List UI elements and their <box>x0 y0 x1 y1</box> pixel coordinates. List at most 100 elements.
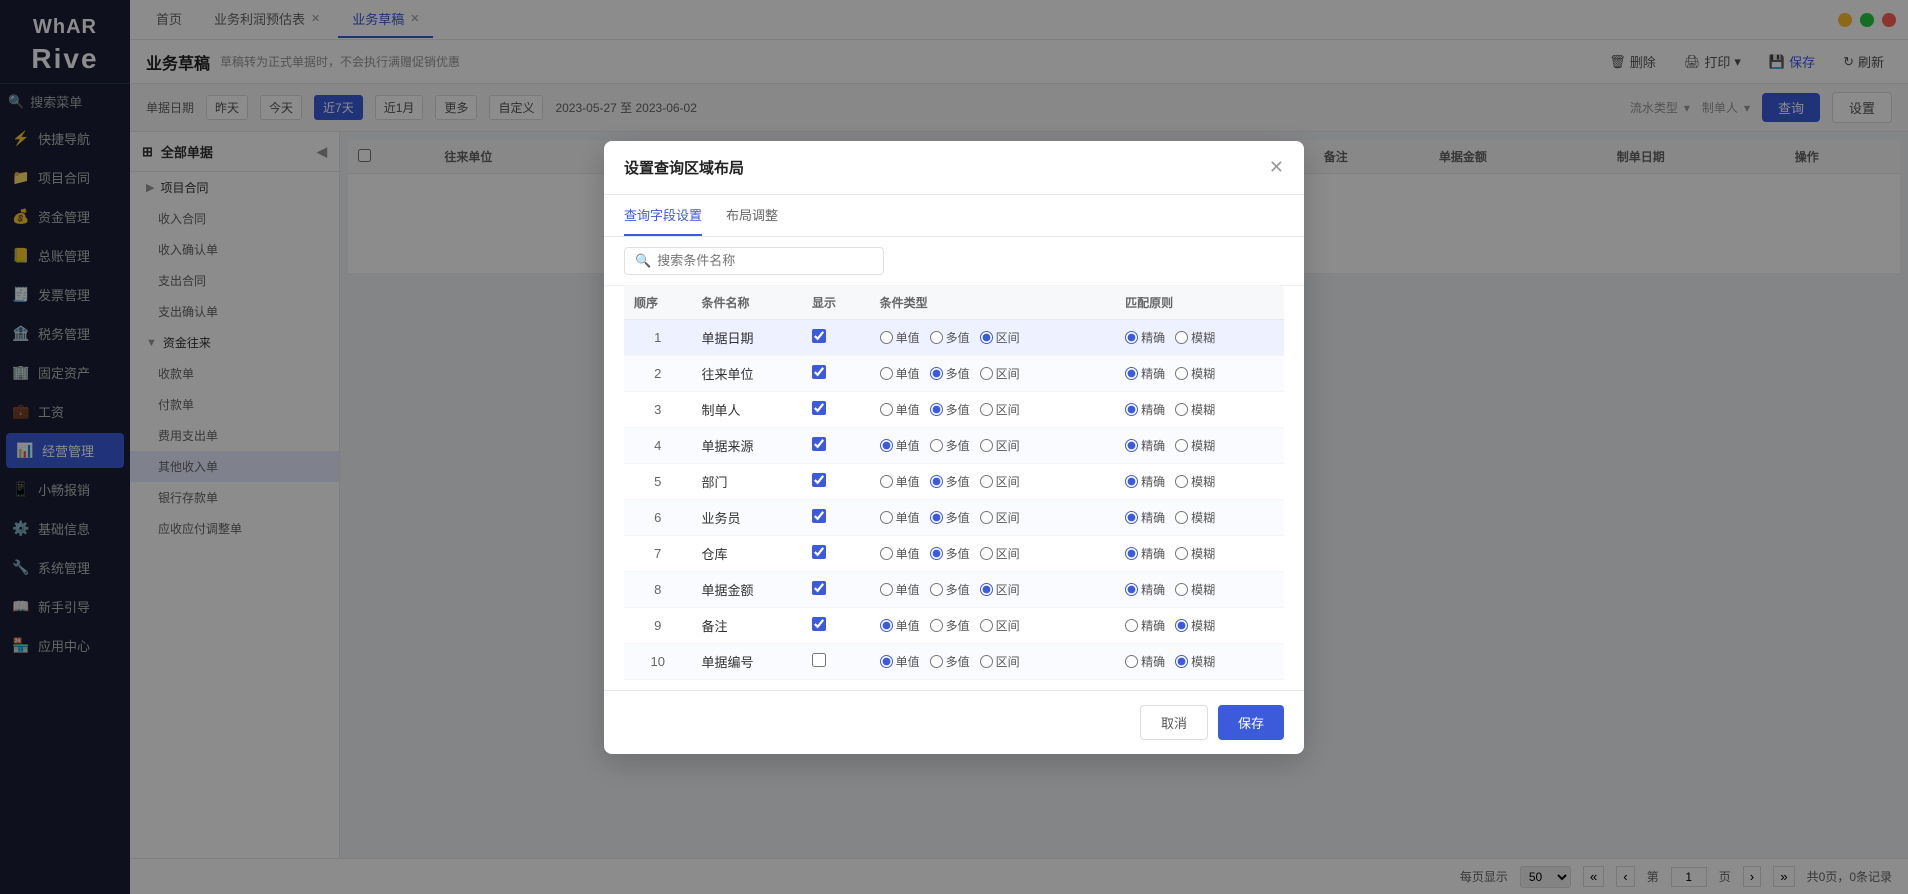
row-type-多值[interactable]: 多值 <box>930 473 970 490</box>
row-show-cell[interactable] <box>802 643 870 679</box>
row-type-多值[interactable]: 多值 <box>930 653 970 670</box>
row-type-多值[interactable]: 多值 <box>930 509 970 526</box>
row-type-区间[interactable]: 区间 <box>980 545 1020 562</box>
row-match-精确[interactable]: 精确 <box>1125 581 1165 598</box>
row-show-cell[interactable] <box>802 355 870 391</box>
row-show-checkbox[interactable] <box>812 401 826 415</box>
modal-tab-query-fields[interactable]: 查询字段设置 <box>624 195 702 236</box>
row-order: 2 <box>624 355 692 391</box>
row-show-checkbox[interactable] <box>812 581 826 595</box>
row-match-精确[interactable]: 精确 <box>1125 401 1165 418</box>
modal-search-icon: 🔍 <box>635 253 651 269</box>
row-type-区间[interactable]: 区间 <box>980 329 1020 346</box>
row-show-cell[interactable] <box>802 571 870 607</box>
modal-table-row: 7仓库单值多值区间精确模糊 <box>624 535 1284 571</box>
row-match-模糊[interactable]: 模糊 <box>1175 545 1215 562</box>
row-type-区间[interactable]: 区间 <box>980 617 1020 634</box>
row-type-多值[interactable]: 多值 <box>930 437 970 454</box>
modal-table-row: 6业务员单值多值区间精确模糊 <box>624 499 1284 535</box>
row-match-模糊[interactable]: 模糊 <box>1175 581 1215 598</box>
row-show-cell[interactable] <box>802 463 870 499</box>
row-type-单值[interactable]: 单值 <box>880 581 920 598</box>
row-type-cell: 单值多值区间 <box>870 607 1116 643</box>
row-condition-name: 单据来源 <box>692 427 803 463</box>
row-type-区间[interactable]: 区间 <box>980 365 1020 382</box>
row-type-多值[interactable]: 多值 <box>930 581 970 598</box>
row-match-精确[interactable]: 精确 <box>1125 365 1165 382</box>
row-type-单值[interactable]: 单值 <box>880 545 920 562</box>
row-show-cell[interactable] <box>802 391 870 427</box>
modal-tab-layout[interactable]: 布局调整 <box>726 195 778 236</box>
row-match-cell: 精确模糊 <box>1115 607 1284 643</box>
row-type-单值[interactable]: 单值 <box>880 617 920 634</box>
row-show-cell[interactable] <box>802 535 870 571</box>
row-type-单值[interactable]: 单值 <box>880 473 920 490</box>
row-condition-name: 单据金额 <box>692 571 803 607</box>
row-type-单值[interactable]: 单值 <box>880 365 920 382</box>
modal-save-button[interactable]: 保存 <box>1218 705 1284 740</box>
row-match-cell: 精确模糊 <box>1115 355 1284 391</box>
row-type-单值[interactable]: 单值 <box>880 329 920 346</box>
row-type-区间[interactable]: 区间 <box>980 401 1020 418</box>
row-show-cell[interactable] <box>802 319 870 355</box>
row-match-模糊[interactable]: 模糊 <box>1175 329 1215 346</box>
row-show-checkbox[interactable] <box>812 653 826 667</box>
row-type-cell: 单值多值区间 <box>870 463 1116 499</box>
row-type-区间[interactable]: 区间 <box>980 581 1020 598</box>
row-match-模糊[interactable]: 模糊 <box>1175 437 1215 454</box>
row-show-checkbox[interactable] <box>812 473 826 487</box>
modal-search-box[interactable]: 🔍 <box>624 247 884 275</box>
row-condition-name: 备注 <box>692 607 803 643</box>
row-type-cell: 单值多值区间 <box>870 391 1116 427</box>
row-show-checkbox[interactable] <box>812 437 826 451</box>
row-match-模糊[interactable]: 模糊 <box>1175 617 1215 634</box>
row-type-单值[interactable]: 单值 <box>880 401 920 418</box>
row-type-多值[interactable]: 多值 <box>930 365 970 382</box>
row-match-精确[interactable]: 精确 <box>1125 329 1165 346</box>
row-match-精确[interactable]: 精确 <box>1125 617 1165 634</box>
cancel-button[interactable]: 取消 <box>1140 705 1208 740</box>
row-show-checkbox[interactable] <box>812 365 826 379</box>
row-type-区间[interactable]: 区间 <box>980 509 1020 526</box>
row-show-cell[interactable] <box>802 607 870 643</box>
modal-table-wrap: 顺序 条件名称 显示 条件类型 匹配原则 1单据日期单值多值区间精确模糊2往来单… <box>604 286 1304 690</box>
row-type-多值[interactable]: 多值 <box>930 329 970 346</box>
row-type-单值[interactable]: 单值 <box>880 437 920 454</box>
row-match-模糊[interactable]: 模糊 <box>1175 401 1215 418</box>
row-show-checkbox[interactable] <box>812 329 826 343</box>
row-order: 4 <box>624 427 692 463</box>
row-match-精确[interactable]: 精确 <box>1125 509 1165 526</box>
modal-col-name: 条件名称 <box>692 286 803 320</box>
row-match-精确[interactable]: 精确 <box>1125 545 1165 562</box>
row-match-模糊[interactable]: 模糊 <box>1175 653 1215 670</box>
row-type-区间[interactable]: 区间 <box>980 653 1020 670</box>
row-condition-name: 仓库 <box>692 535 803 571</box>
row-type-cell: 单值多值区间 <box>870 571 1116 607</box>
row-type-多值[interactable]: 多值 <box>930 617 970 634</box>
row-type-单值[interactable]: 单值 <box>880 509 920 526</box>
row-order: 6 <box>624 499 692 535</box>
row-order: 1 <box>624 319 692 355</box>
row-match-cell: 精确模糊 <box>1115 643 1284 679</box>
row-match-精确[interactable]: 精确 <box>1125 473 1165 490</box>
row-match-模糊[interactable]: 模糊 <box>1175 365 1215 382</box>
modal-table-row: 9备注单值多值区间精确模糊 <box>624 607 1284 643</box>
modal-col-show: 显示 <box>802 286 870 320</box>
row-show-checkbox[interactable] <box>812 509 826 523</box>
row-type-多值[interactable]: 多值 <box>930 545 970 562</box>
row-show-checkbox[interactable] <box>812 617 826 631</box>
row-match-精确[interactable]: 精确 <box>1125 437 1165 454</box>
row-type-区间[interactable]: 区间 <box>980 473 1020 490</box>
row-type-单值[interactable]: 单值 <box>880 653 920 670</box>
row-match-模糊[interactable]: 模糊 <box>1175 473 1215 490</box>
row-type-多值[interactable]: 多值 <box>930 401 970 418</box>
row-show-cell[interactable] <box>802 499 870 535</box>
row-type-区间[interactable]: 区间 <box>980 437 1020 454</box>
row-match-精确[interactable]: 精确 <box>1125 653 1165 670</box>
modal-close-button[interactable]: ✕ <box>1269 157 1284 178</box>
row-show-cell[interactable] <box>802 427 870 463</box>
row-show-checkbox[interactable] <box>812 545 826 559</box>
modal-search-input[interactable] <box>657 253 873 268</box>
row-match-模糊[interactable]: 模糊 <box>1175 509 1215 526</box>
modal-header: 设置查询区域布局 ✕ <box>604 141 1304 195</box>
